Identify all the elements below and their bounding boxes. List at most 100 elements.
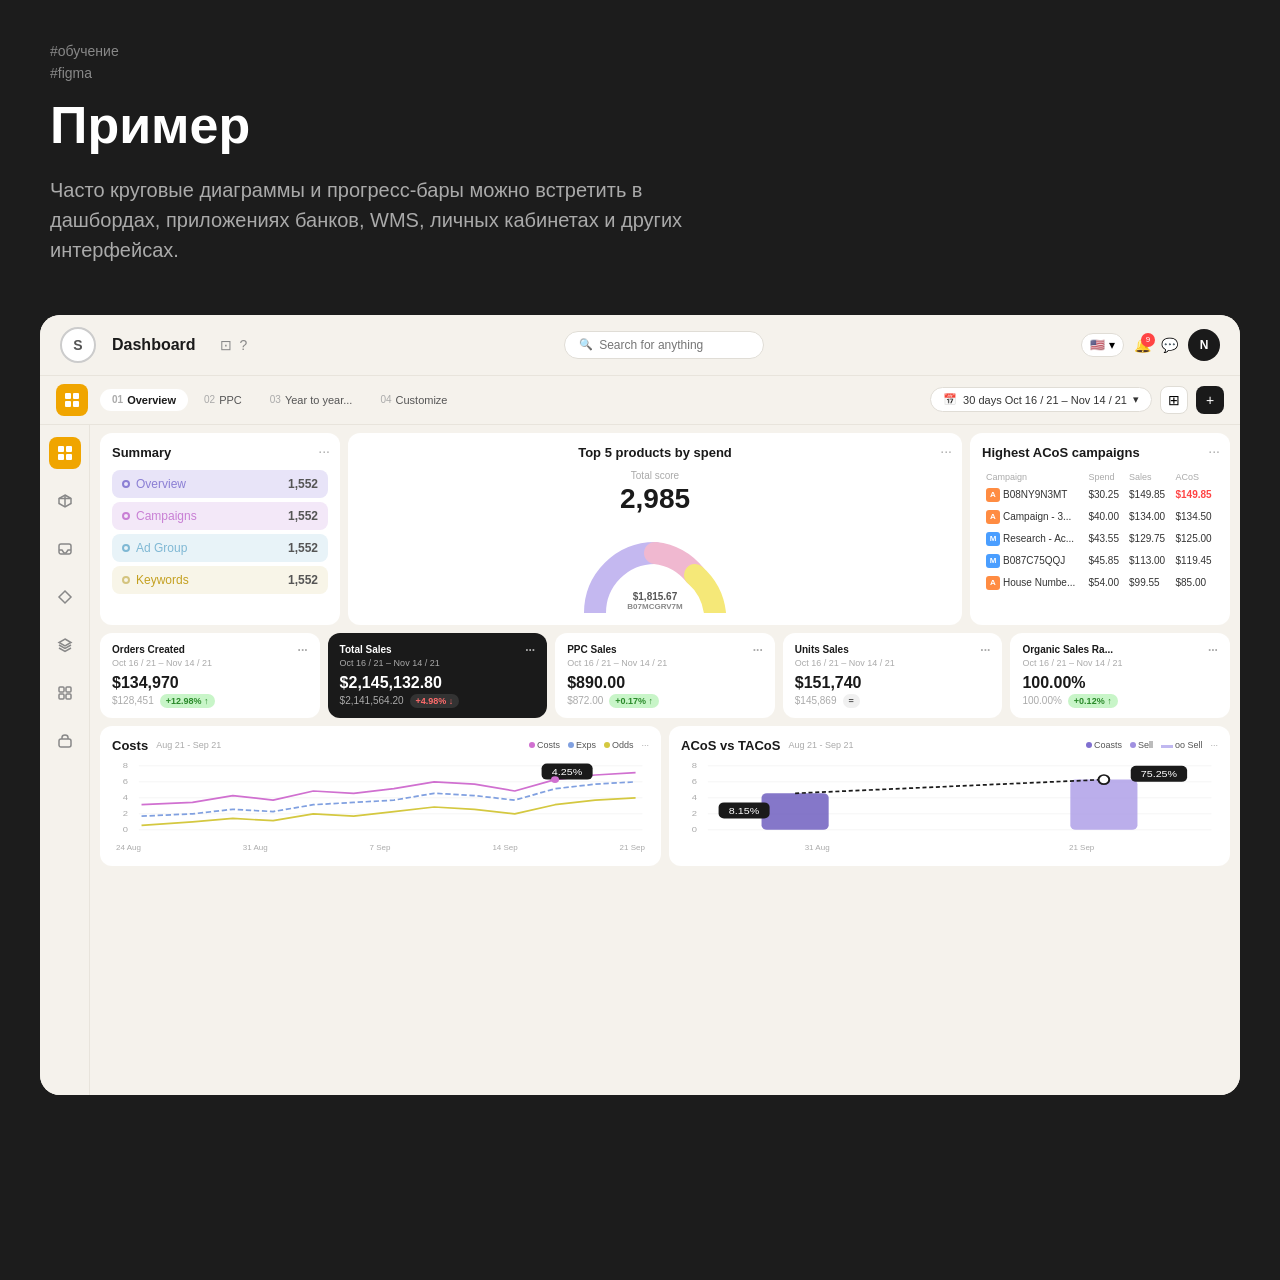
svg-text:4.25%: 4.25% (552, 767, 583, 777)
stat-date: Oct 16 / 21 – Nov 14 / 21 (340, 658, 536, 668)
svg-rect-38 (762, 793, 829, 830)
message-icon[interactable]: 💬 (1161, 337, 1178, 353)
acos-chart-menu[interactable]: ··· (1210, 740, 1218, 750)
svg-rect-2 (65, 401, 71, 407)
avatar[interactable]: N (1188, 329, 1220, 361)
notif-badge: 9 (1141, 333, 1155, 347)
summary-item-keywords[interactable]: Keywords 1,552 (112, 566, 328, 594)
svg-rect-12 (66, 694, 71, 699)
col-sales: Sales (1125, 470, 1171, 484)
sidebar-item-tag[interactable] (49, 581, 81, 613)
sidebar-item-bag[interactable] (49, 725, 81, 757)
db-logo: S (60, 327, 96, 363)
acos-table-row[interactable]: AB08NY9N3MT $30.25 $149.85 $149.85 (982, 484, 1218, 506)
svg-rect-4 (58, 446, 64, 452)
sidebar-item-dashboard[interactable] (49, 437, 81, 469)
tab-year-to-year[interactable]: 03 Year to year... (258, 389, 365, 411)
stat-card: Organic Sales Ra... ··· Oct 16 / 21 – No… (1010, 633, 1230, 718)
stat-menu[interactable]: ··· (1208, 643, 1218, 657)
monitor-icon[interactable]: ⊡ (220, 337, 232, 353)
sidebar-item-layers[interactable] (49, 629, 81, 661)
stat-date: Oct 16 / 21 – Nov 14 / 21 (112, 658, 308, 668)
stat-badge: = (843, 694, 860, 708)
stat-label: Total Sales ··· (340, 643, 536, 657)
stats-row: Orders Created ··· Oct 16 / 21 – Nov 14 … (90, 633, 1240, 726)
sidebar-item-cube[interactable] (49, 485, 81, 517)
nav-tabs: 01 Overview 02 PPC 03 Year to year... 04… (40, 376, 1240, 425)
svg-rect-1 (73, 393, 79, 399)
tab-overview[interactable]: 01 Overview (100, 389, 188, 411)
db-title: Dashboard (112, 336, 196, 354)
calendar-icon: 📅 (943, 393, 957, 406)
svg-text:4: 4 (692, 793, 697, 802)
summary-card: Summary ··· Overview 1,552 (100, 433, 340, 625)
costs-chart-svg: 8 6 4 2 0 (112, 759, 649, 839)
nav-dashboard-icon (56, 384, 88, 416)
add-button[interactable]: + (1196, 386, 1224, 414)
svg-text:0: 0 (692, 825, 697, 834)
tab-customize[interactable]: 04 Customize (368, 389, 459, 411)
svg-rect-10 (66, 687, 71, 692)
keywords-label: Keywords (122, 573, 189, 587)
svg-text:6: 6 (692, 777, 697, 786)
notification-icon[interactable]: 🔔 9 (1134, 337, 1151, 353)
svg-text:2: 2 (123, 809, 128, 818)
stat-menu[interactable]: ··· (525, 643, 535, 657)
summary-item-overview[interactable]: Overview 1,552 (112, 470, 328, 498)
adgroup-label: Ad Group (122, 541, 187, 555)
acos-menu[interactable]: ··· (1208, 443, 1220, 459)
costs-chart-header: Costs Aug 21 - Sep 21 Costs Exps Odds ··… (112, 738, 649, 753)
adgroup-dot (122, 544, 130, 552)
svg-point-41 (1099, 775, 1110, 784)
flag-button[interactable]: 🇺🇸 ▾ (1081, 333, 1124, 357)
acos-table-row[interactable]: ACampaign - 3... $40.00 $134.00 $134.50 (982, 506, 1218, 528)
donut-chart: $1,815.67 B07MCGRV7M (575, 523, 735, 613)
search-bar[interactable]: 🔍 (564, 331, 764, 359)
acos-table-row[interactable]: MResearch - Ac... $43.55 $129.75 $125.00 (982, 528, 1218, 550)
tab-ppc[interactable]: 02 PPC (192, 389, 254, 411)
help-icon[interactable]: ? (240, 337, 248, 353)
top5-menu[interactable]: ··· (940, 443, 952, 459)
svg-rect-9 (59, 687, 64, 692)
svg-rect-7 (66, 454, 72, 460)
date-range-picker[interactable]: 📅 30 days Oct 16 / 21 – Nov 14 / 21 ▾ (930, 387, 1152, 412)
svg-rect-3 (73, 401, 79, 407)
page-wrapper: #обучение#figma Пример Часто круговые ди… (0, 0, 1280, 1280)
stat-prev: $2,141,564.20 (340, 695, 404, 706)
overview-dot (122, 480, 130, 488)
top-cards-row: Summary ··· Overview 1,552 (90, 425, 1240, 633)
acos-table-row[interactable]: AHouse Numbe... $54.00 $99.55 $85.00 (982, 572, 1218, 594)
top5-title: Top 5 products by spend (360, 445, 950, 460)
summary-item-campaigns[interactable]: Campaigns 1,552 (112, 502, 328, 530)
stat-value: $134,970 (112, 674, 308, 692)
intro-section: #обучение#figma Пример Часто круговые ди… (0, 0, 1280, 295)
sidebar-item-inbox[interactable] (49, 533, 81, 565)
export-button[interactable]: ⊞ (1160, 386, 1188, 414)
sidebar (40, 425, 90, 1095)
costs-legend: Costs Exps Odds ··· (529, 740, 649, 750)
summary-menu[interactable]: ··· (318, 443, 330, 459)
top5-subtitle: Total score (360, 470, 950, 481)
acos-legend: Coasts Sell oo Sell ··· (1086, 740, 1218, 750)
stat-badge: +0.12% ↑ (1068, 694, 1118, 708)
stat-menu[interactable]: ··· (980, 643, 990, 657)
stat-menu[interactable]: ··· (753, 643, 763, 657)
acos-card: Highest ACoS campaigns ··· Campaign Spen… (970, 433, 1230, 625)
campaigns-dot (122, 512, 130, 520)
svg-rect-5 (66, 446, 72, 452)
svg-text:8: 8 (692, 761, 697, 770)
costs-x-labels: 24 Aug 31 Aug 7 Sep 14 Sep 21 Sep (112, 843, 649, 852)
search-input[interactable] (599, 338, 719, 352)
svg-text:8: 8 (123, 761, 128, 770)
stat-label: PPC Sales ··· (567, 643, 763, 657)
export-icon: ⊞ (1168, 392, 1180, 408)
chart-menu[interactable]: ··· (641, 740, 649, 750)
stat-badge: +12.98% ↑ (160, 694, 215, 708)
charts-row: Costs Aug 21 - Sep 21 Costs Exps Odds ··… (90, 726, 1240, 874)
stat-menu[interactable]: ··· (298, 643, 308, 657)
summary-item-adgroup[interactable]: Ad Group 1,552 (112, 534, 328, 562)
acos-table-row[interactable]: MB087C75QQJ $45.85 $113.00 $119.45 (982, 550, 1218, 572)
chevron-down-icon: ▾ (1133, 393, 1139, 406)
svg-rect-11 (59, 694, 64, 699)
sidebar-item-grid[interactable] (49, 677, 81, 709)
